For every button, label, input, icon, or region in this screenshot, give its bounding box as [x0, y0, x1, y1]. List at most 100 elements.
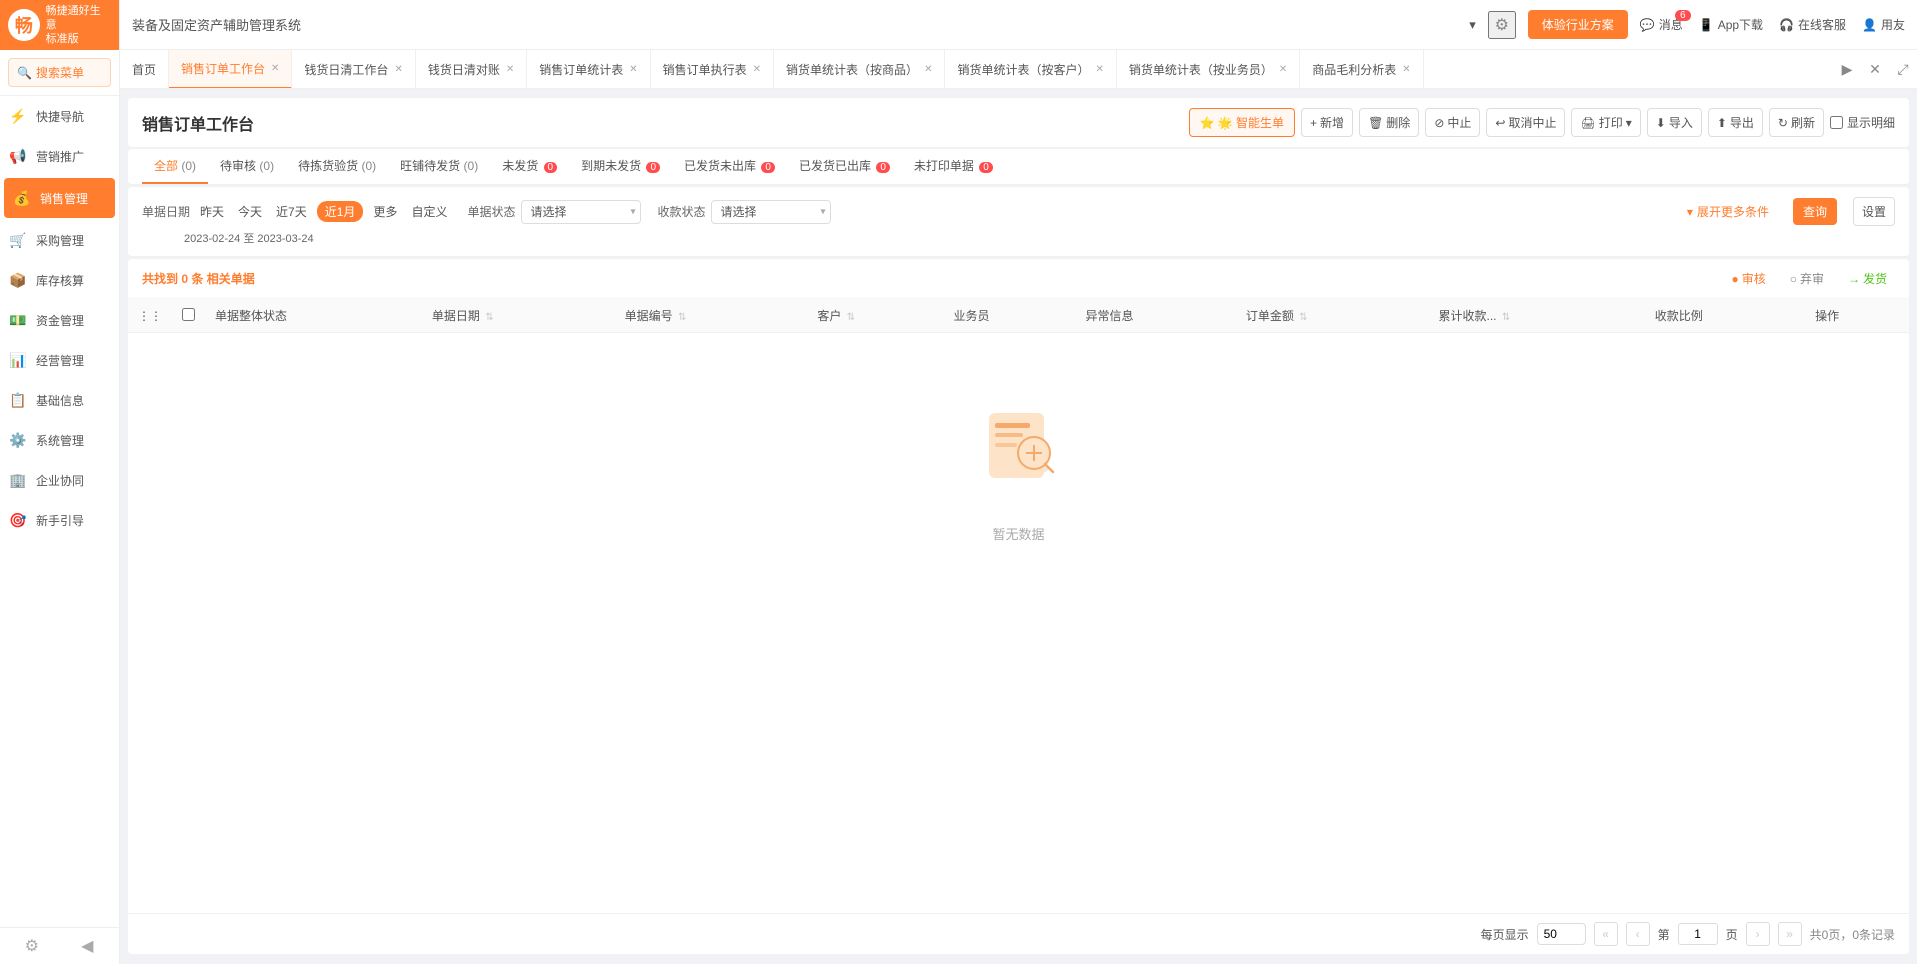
date-opt-7days[interactable]: 近7天 [272, 201, 311, 222]
tab-sales-workbench[interactable]: 销售订单工作台 ✕ [169, 50, 292, 89]
message-button[interactable]: 💬 消息 6 [1640, 16, 1683, 33]
refresh-button[interactable]: ↻ 刷新 [1769, 108, 1824, 137]
query-button[interactable]: 查询 [1793, 198, 1837, 225]
app-download-button[interactable]: 📱 App下载 [1699, 16, 1763, 33]
user-menu-button[interactable]: 👤 用友 [1862, 16, 1905, 33]
subtab-shipped-out[interactable]: 已发货已出库 0 [787, 149, 902, 184]
ship-button[interactable]: → 发货 [1840, 267, 1895, 290]
th-collected[interactable]: 累计收款... ⇅ [1429, 299, 1645, 333]
subtab-overdue-not-shipped[interactable]: 到期未发货 0 [569, 149, 672, 184]
sort-number-icon: ⇅ [678, 312, 686, 323]
add-button[interactable]: + 新增 [1301, 108, 1353, 137]
print-button[interactable]: 🖨 打印 ▾ [1571, 108, 1640, 137]
tab-sales-summary-product[interactable]: 销货单统计表（按商品） ✕ [774, 50, 945, 89]
sidebar-item-system[interactable]: ⚙️ 系统管理 [0, 420, 119, 460]
stop-icon: ⊘ [1434, 116, 1444, 130]
print-icon: 🖨 [1580, 116, 1595, 130]
sidebar-item-finance[interactable]: 💵 资金管理 [0, 300, 119, 340]
topbar-dropdown[interactable]: ▾ [1469, 17, 1476, 33]
industry-solution-button[interactable]: 体验行业方案 [1528, 10, 1628, 39]
basic-info-icon: 📋 [8, 390, 28, 410]
tab-gross-margin-close[interactable]: ✕ [1402, 64, 1410, 75]
tab-sales-summary-customer[interactable]: 销货单统计表（按客户） ✕ [945, 50, 1116, 89]
tab-sales-summary-customer-close[interactable]: ✕ [1095, 64, 1103, 75]
select-all-checkbox[interactable] [182, 308, 195, 321]
online-service-button[interactable]: 🎧 在线客服 [1779, 16, 1846, 33]
cancel-stop-button[interactable]: ↩ 取消中止 [1486, 108, 1565, 137]
sidebar-item-basic-info[interactable]: 📋 基础信息 [0, 380, 119, 420]
tab-sales-exec[interactable]: 销售订单执行表 ✕ [651, 50, 774, 89]
payment-select[interactable]: 请选择 [711, 200, 831, 224]
pagination-last-button[interactable]: » [1778, 922, 1802, 946]
subtab-wangpu-ship[interactable]: 旺铺待发货 (0) [388, 149, 490, 184]
tab-scroll-right-button[interactable]: ▶ [1833, 55, 1861, 83]
tab-sales-summary-staff[interactable]: 销货单统计表（按业务员） ✕ [1117, 50, 1300, 89]
tab-sales-stats[interactable]: 销售订单统计表 ✕ [527, 50, 650, 89]
date-opt-more[interactable]: 更多 [369, 201, 401, 222]
tab-home[interactable]: 首页 [120, 50, 169, 89]
delete-button[interactable]: 🗑 删除 [1359, 108, 1419, 137]
tab-gross-margin[interactable]: 商品毛利分析表 ✕ [1300, 50, 1423, 89]
operations-icon: 📊 [8, 350, 28, 370]
import-button[interactable]: ⬇ 导入 [1647, 108, 1702, 137]
search-menu-button[interactable]: 🔍 搜索菜单 [8, 58, 111, 87]
tab-sales-summary-product-close[interactable]: ✕ [924, 64, 932, 75]
sidebar-settings-button[interactable]: ⚙ [8, 936, 56, 956]
sidebar-item-marketing[interactable]: 📢 营销推广 [0, 136, 119, 176]
subtab-shipped-not-out[interactable]: 已发货未出库 0 [672, 149, 787, 184]
sidebar-item-inventory[interactable]: 📦 库存核算 [0, 260, 119, 300]
date-opt-yesterday[interactable]: 昨天 [196, 201, 228, 222]
reset-button[interactable]: 设置 [1853, 197, 1895, 226]
show-detail-checkbox-label[interactable]: 显示明细 [1830, 114, 1895, 131]
tab-sales-exec-close[interactable]: ✕ [753, 64, 761, 75]
expand-more-button[interactable]: ▾ 展开更多条件 [1687, 203, 1769, 220]
date-opt-custom[interactable]: 自定义 [407, 201, 451, 222]
sidebar-item-sales[interactable]: 💰 销售管理 [4, 178, 115, 218]
subtab-all[interactable]: 全部 (0) [142, 149, 208, 184]
th-customer[interactable]: 客户 ⇅ [807, 299, 943, 333]
sidebar-search-area: 🔍 搜索菜单 [0, 50, 119, 96]
subtab-not-shipped[interactable]: 未发货 0 [490, 149, 569, 184]
tab-close-all-button[interactable]: ✕ [1861, 55, 1889, 83]
pagination-first-button[interactable]: « [1594, 922, 1618, 946]
sidebar-item-operations[interactable]: 📊 经营管理 [0, 340, 119, 380]
tab-sales-summary-staff-close[interactable]: ✕ [1279, 64, 1287, 75]
tab-cash-daily-close[interactable]: ✕ [394, 64, 402, 75]
sidebar-item-guide[interactable]: 🎯 新手引导 [0, 500, 119, 540]
th-number[interactable]: 单据编号 ⇅ [615, 299, 808, 333]
subtab-not-printed[interactable]: 未打印单据 0 [902, 149, 1005, 184]
table-scroll[interactable]: ⋮⋮ 单据整体状态 单据日期 ⇅ [128, 299, 1909, 913]
sidebar-collapse-button[interactable]: ◀ [64, 936, 112, 956]
pagination-page-input[interactable] [1678, 923, 1718, 945]
pagination-prev-button[interactable]: ‹ [1626, 922, 1650, 946]
th-amount[interactable]: 订单金额 ⇅ [1236, 299, 1429, 333]
star-icon: ⭐ [1200, 116, 1215, 130]
per-page-select[interactable]: 10 20 50 100 [1537, 923, 1586, 945]
ship-icon: → [1848, 272, 1860, 286]
sidebar-item-quick-nav[interactable]: ⚡ 快捷导航 [0, 96, 119, 136]
stop-button[interactable]: ⊘ 中止 [1425, 108, 1480, 137]
subtab-pending-inspect[interactable]: 待拣货验货 (0) [286, 149, 388, 184]
sidebar-item-purchase[interactable]: 🛒 采购管理 [0, 220, 119, 260]
audit-button[interactable]: ● 审核 [1723, 267, 1773, 290]
cancel-audit-button[interactable]: ○ 弃审 [1782, 267, 1832, 290]
tab-cash-reconcile[interactable]: 钱货日清对账 ✕ [416, 50, 527, 89]
date-opt-1month[interactable]: 近1月 [317, 201, 364, 222]
date-opt-today[interactable]: 今天 [234, 201, 266, 222]
tab-cash-daily[interactable]: 钱货日清工作台 ✕ [292, 50, 415, 89]
smart-create-button[interactable]: ⭐ 🌟 智能生单 [1189, 108, 1295, 137]
payment-status-filter: 收款状态 请选择 [657, 200, 831, 224]
subtab-pending-review[interactable]: 待审核 (0) [208, 149, 286, 184]
tab-sales-stats-close[interactable]: ✕ [629, 64, 637, 75]
sidebar-item-enterprise[interactable]: 🏢 企业协同 [0, 460, 119, 500]
th-date[interactable]: 单据日期 ⇅ [422, 299, 615, 333]
pagination-next-button[interactable]: › [1746, 922, 1770, 946]
topbar-settings-button[interactable]: ⚙ [1488, 11, 1516, 39]
inventory-icon: 📦 [8, 270, 28, 290]
status-select[interactable]: 请选择 [521, 200, 641, 224]
export-button[interactable]: ⬆ 导出 [1708, 108, 1763, 137]
tab-restore-button[interactable]: ⤢ [1889, 55, 1917, 83]
tab-cash-reconcile-close[interactable]: ✕ [506, 64, 514, 75]
show-detail-checkbox[interactable] [1830, 116, 1843, 129]
tab-sales-workbench-close[interactable]: ✕ [271, 63, 279, 74]
